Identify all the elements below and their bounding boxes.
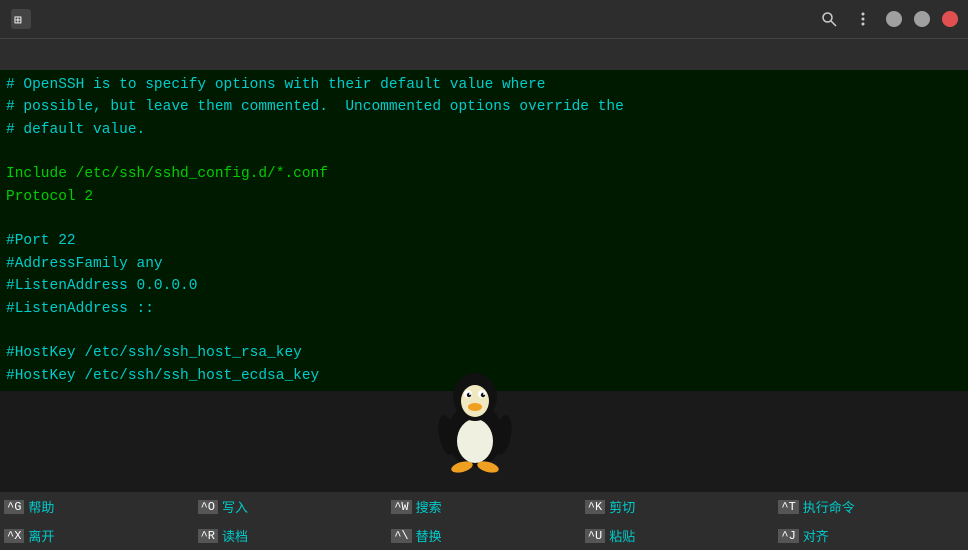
shortcut-label: 剪切 — [609, 497, 635, 516]
shortcut-label: 执行命令 — [803, 497, 855, 516]
editor-line — [6, 320, 962, 342]
shortcut-row-1: ^G 帮助 ^O 写入 ^W 搜索 ^K 剪切 ^T 执行命令 — [0, 492, 968, 521]
shortcut-key: ^O — [198, 500, 218, 514]
shortcut-row-2: ^X 离开 ^R 读档 ^\ 替换 ^U 粘贴 ^J 对齐 — [0, 521, 968, 550]
editor-line — [6, 141, 962, 163]
shortcut-label: 帮助 — [28, 497, 54, 516]
titlebar-controls — [818, 8, 958, 30]
shortcut-key: ^K — [585, 500, 605, 514]
shortcut-label: 搜索 — [416, 497, 442, 516]
titlebar: ⊞ — [0, 0, 968, 38]
search-icon[interactable] — [818, 8, 840, 30]
editor-area[interactable]: # OpenSSH is to specify options with the… — [0, 70, 968, 391]
editor-line: #HostKey /etc/ssh/ssh_host_ecdsa_key — [6, 365, 962, 387]
shortcut-item[interactable]: ^G 帮助 — [0, 497, 194, 516]
editor-line — [6, 208, 962, 230]
shortcut-key: ^R — [198, 529, 218, 543]
shortcut-item[interactable]: ^O 写入 — [194, 497, 388, 516]
editor-line: # default value. — [6, 119, 962, 141]
app-icon: ⊞ — [10, 8, 32, 30]
shortcut-key: ^T — [778, 500, 798, 514]
shortcut-item[interactable]: ^K 剪切 — [581, 497, 775, 516]
shortcut-label: 替换 — [416, 526, 442, 545]
shortcut-item[interactable]: ^W 搜索 — [387, 497, 581, 516]
shortcut-key: ^\ — [391, 529, 411, 543]
shortcut-label: 读档 — [222, 526, 248, 545]
minimize-button[interactable] — [886, 11, 902, 27]
editor-line: #ListenAddress 0.0.0.0 — [6, 275, 962, 297]
shortcut-label: 离开 — [28, 526, 54, 545]
editor-line: # OpenSSH is to specify options with the… — [6, 74, 962, 96]
editor-line: #Port 22 — [6, 230, 962, 252]
shortcut-label: 写入 — [222, 497, 248, 516]
shortcut-item[interactable]: ^R 读档 — [194, 526, 388, 545]
shortcut-item[interactable]: ^T 执行命令 — [774, 497, 968, 516]
editor-line: # possible, but leave them commented. Un… — [6, 96, 962, 118]
editor-line: Include /etc/ssh/sshd_config.d/*.conf — [6, 163, 962, 185]
shortcuts-bar: ^G帮助^O写入^W搜索^K剪切^T执行命令 ^X离开^R读档^\替换^U粘贴^… — [0, 492, 968, 550]
maximize-button[interactable] — [914, 11, 930, 27]
shortcut-label: 对齐 — [803, 526, 829, 545]
editor-line: #ListenAddress :: — [6, 298, 962, 320]
titlebar-left: ⊞ — [10, 8, 32, 30]
shortcut-key: ^X — [4, 529, 24, 543]
svg-text:⊞: ⊞ — [14, 13, 22, 28]
shortcut-label: 粘贴 — [609, 526, 635, 545]
shortcut-item[interactable]: ^U 粘贴 — [581, 526, 775, 545]
shortcut-key: ^U — [585, 529, 605, 543]
shortcut-item[interactable]: ^\ 替换 — [387, 526, 581, 545]
shortcut-key: ^W — [391, 500, 411, 514]
shortcut-key: ^G — [4, 500, 24, 514]
shortcut-item[interactable]: ^J 对齐 — [774, 526, 968, 545]
shortcut-item[interactable]: ^X 离开 — [0, 526, 194, 545]
close-button[interactable] — [942, 11, 958, 27]
nano-header — [0, 38, 968, 70]
shortcut-key: ^J — [778, 529, 798, 543]
menu-icon[interactable] — [852, 8, 874, 30]
editor-line: Protocol 2 — [6, 186, 962, 208]
editor-line: #HostKey /etc/ssh/ssh_host_rsa_key — [6, 342, 962, 364]
editor-line: #AddressFamily any — [6, 253, 962, 275]
